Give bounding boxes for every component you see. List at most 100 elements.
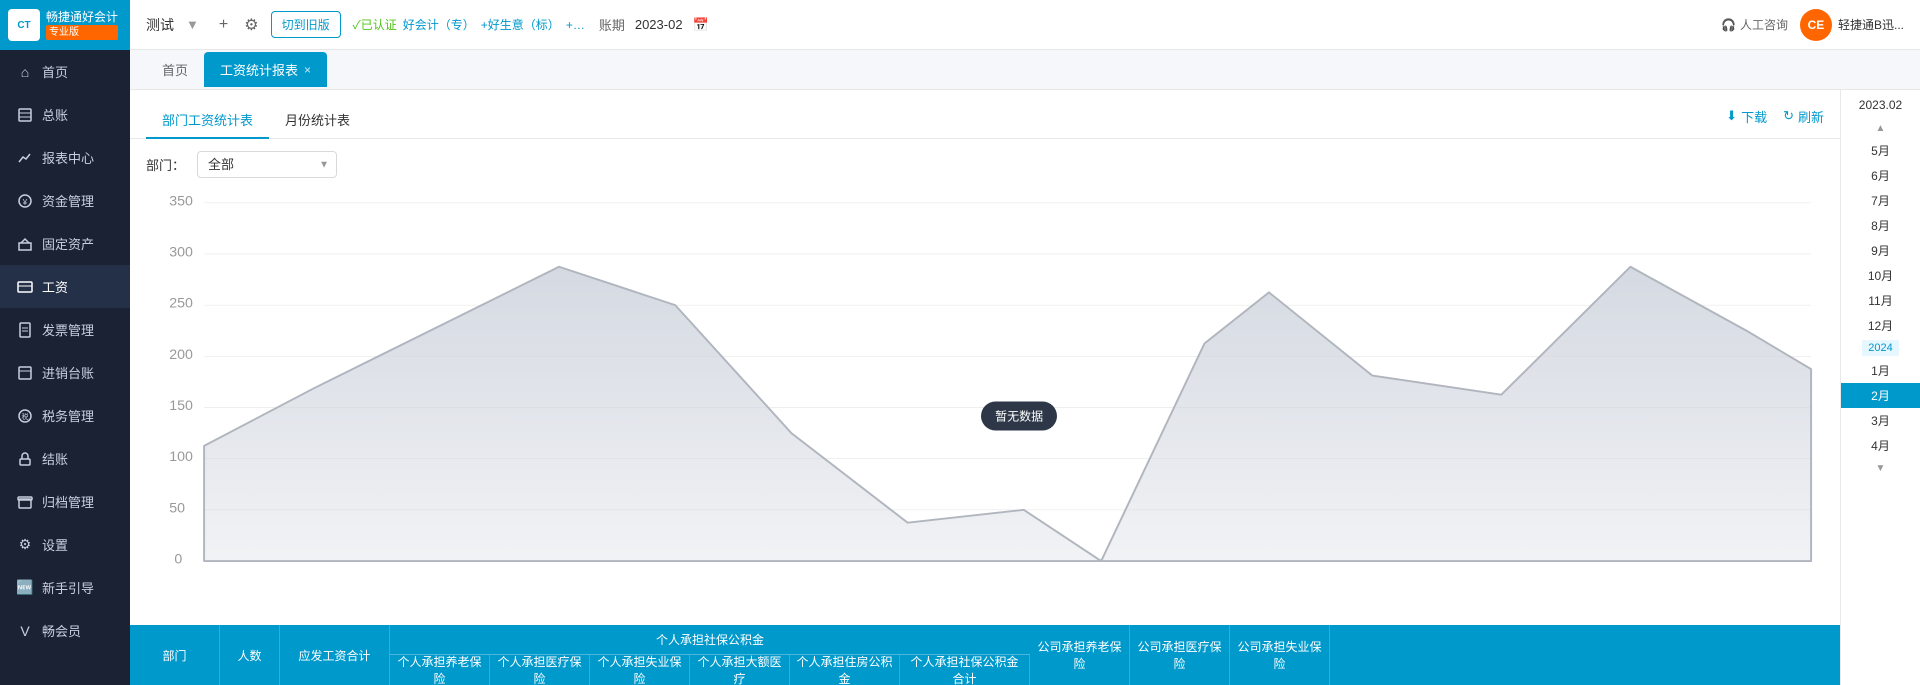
content-main: 部门工资统计表 月份统计表 ⬇ 下载 ↻ 刷新 bbox=[130, 90, 1840, 685]
download-button[interactable]: ⬇ 下载 bbox=[1726, 107, 1767, 126]
member-icon: V bbox=[16, 622, 34, 640]
download-icon: ⬇ bbox=[1726, 108, 1737, 124]
add-button[interactable]: + bbox=[215, 12, 232, 38]
service-button[interactable]: 🎧 人工咨询 bbox=[1721, 16, 1788, 33]
period-value: 2023-02 bbox=[635, 17, 683, 32]
sidebar-item-reports[interactable]: 报表中心 bbox=[0, 136, 130, 179]
sidebar-item-home[interactable]: ⌂ 首页 bbox=[0, 50, 130, 93]
month-11[interactable]: 11月 bbox=[1841, 288, 1920, 313]
salary-icon bbox=[16, 278, 34, 296]
gear-button[interactable]: ⚙ bbox=[240, 11, 262, 39]
th-personal-medical: 个人承担医疗保险 bbox=[490, 655, 590, 685]
sidebar-item-label: 新手引导 bbox=[42, 578, 94, 597]
sidebar-item-label: 资金管理 bbox=[42, 191, 94, 210]
sidebar-item-close[interactable]: 结账 bbox=[0, 437, 130, 480]
logo-text: 畅捷通好会计 专业版 bbox=[46, 10, 118, 41]
svg-text:100: 100 bbox=[169, 448, 193, 464]
tab-close-icon[interactable]: × bbox=[304, 63, 311, 77]
refresh-icon: ↻ bbox=[1783, 108, 1794, 124]
subtab-dept[interactable]: 部门工资统计表 bbox=[146, 102, 269, 139]
refresh-button[interactable]: ↻ 刷新 bbox=[1783, 107, 1824, 126]
date-nav-down[interactable]: ▼ bbox=[1871, 458, 1891, 478]
guide-icon: 🆕 bbox=[16, 579, 34, 597]
main-area: 测试 ▼ + ⚙ 切到旧版 ✓已认证 好会计（专） +好生意（标） +… 账期 … bbox=[130, 0, 1920, 685]
month-7[interactable]: 7月 bbox=[1841, 188, 1920, 213]
dept-filter-select[interactable]: 全部 财务部 人事部 销售部 技术部 bbox=[197, 151, 337, 178]
sidebar-item-guide[interactable]: 🆕 新手引导 bbox=[0, 566, 130, 609]
filterbar: 部门： 全部 财务部 人事部 销售部 技术部 ▼ bbox=[130, 139, 1840, 190]
svg-text:150: 150 bbox=[169, 397, 193, 413]
sidebar-item-member[interactable]: V 畅会员 bbox=[0, 609, 130, 652]
subtabs-right: ⬇ 下载 ↻ 刷新 bbox=[1726, 107, 1824, 134]
sidebar-item-purchase[interactable]: 进销台账 bbox=[0, 351, 130, 394]
th-company-pension: 公司承担养老保险 bbox=[1030, 625, 1130, 685]
month-9[interactable]: 9月 bbox=[1841, 238, 1920, 263]
sidebar-item-label: 总账 bbox=[42, 105, 68, 124]
assets-icon bbox=[16, 235, 34, 253]
month-10[interactable]: 10月 bbox=[1841, 263, 1920, 288]
sidebar-item-tax[interactable]: 税 税务管理 bbox=[0, 394, 130, 437]
month-8[interactable]: 8月 bbox=[1841, 213, 1920, 238]
headset-icon: 🎧 bbox=[1721, 18, 1736, 32]
username: 轻捷通B迅... bbox=[1838, 16, 1904, 33]
month-12[interactable]: 12月 bbox=[1841, 313, 1920, 338]
app-logo: CT 畅捷通好会计 专业版 bbox=[0, 0, 130, 50]
sidebar-item-invoice[interactable]: 发票管理 bbox=[0, 308, 130, 351]
company-name: 测试 bbox=[146, 15, 174, 35]
sidebar-nav: ⌂ 首页 总账 报表中心 ¥ 资金管理 固定资产 bbox=[0, 50, 130, 685]
svg-text:50: 50 bbox=[169, 499, 185, 515]
date-nav-up[interactable]: ▲ bbox=[1871, 118, 1891, 138]
tab-home[interactable]: 首页 bbox=[146, 52, 204, 87]
sidebar-item-archive[interactable]: 归档管理 bbox=[0, 480, 130, 523]
calendar-icon[interactable]: 📅 bbox=[693, 17, 709, 33]
tab-salary-report[interactable]: 工资统计报表 × bbox=[204, 52, 327, 87]
chart-area: 350 300 250 200 150 100 50 0 bbox=[130, 190, 1840, 625]
th-personal-large-medical: 个人承担大额医疗 bbox=[690, 655, 790, 685]
topbar-actions: + ⚙ 切到旧版 bbox=[215, 11, 341, 39]
sidebar-item-assets[interactable]: 固定资产 bbox=[0, 222, 130, 265]
user-info: CE 轻捷通B迅... bbox=[1800, 9, 1904, 41]
th-personal-pension: 个人承担养老保险 bbox=[390, 655, 490, 685]
svg-text:¥: ¥ bbox=[22, 198, 28, 207]
th-count: 人数 bbox=[220, 625, 280, 685]
month-2-2024[interactable]: 2月 bbox=[1841, 383, 1920, 408]
month-3-2024[interactable]: 3月 bbox=[1841, 408, 1920, 433]
month-5[interactable]: 5月 bbox=[1841, 138, 1920, 163]
content-area: 部门工资统计表 月份统计表 ⬇ 下载 ↻ 刷新 bbox=[130, 90, 1920, 685]
invoice-icon bbox=[16, 321, 34, 339]
reports-icon bbox=[16, 149, 34, 167]
tab-active-label: 工资统计报表 bbox=[220, 60, 298, 79]
sidebar-item-funds[interactable]: ¥ 资金管理 bbox=[0, 179, 130, 222]
sidebar-item-settings[interactable]: ⚙ 设置 bbox=[0, 523, 130, 566]
th-personal-total: 个人承担社保公积金合计 bbox=[900, 655, 1030, 685]
subtab-monthly[interactable]: 月份统计表 bbox=[269, 102, 366, 139]
month-1-2024[interactable]: 1月 bbox=[1841, 358, 1920, 383]
company-dropdown-arrow[interactable]: ▼ bbox=[186, 17, 199, 32]
tabbar: 首页 工资统计报表 × bbox=[130, 50, 1920, 90]
sidebar-item-label: 发票管理 bbox=[42, 320, 94, 339]
svg-text:税: 税 bbox=[22, 412, 29, 421]
th-personal-housing: 个人承担住房公积金 bbox=[790, 655, 900, 685]
subtabs: 部门工资统计表 月份统计表 ⬇ 下载 ↻ 刷新 bbox=[130, 90, 1840, 139]
month-4-2024[interactable]: 4月 bbox=[1841, 433, 1920, 458]
sidebar-item-label: 税务管理 bbox=[42, 406, 94, 425]
sidebar-item-salary[interactable]: 工资 bbox=[0, 265, 130, 308]
sidebar-item-ledger[interactable]: 总账 bbox=[0, 93, 130, 136]
sidebar: CT 畅捷通好会计 专业版 ⌂ 首页 总账 报表中心 ¥ 资金管理 bbox=[0, 0, 130, 685]
archive-icon bbox=[16, 493, 34, 511]
th-personal-unemployment: 个人承担失业保险 bbox=[590, 655, 690, 685]
date-panel-label: 2023.02 bbox=[1859, 98, 1902, 112]
month-6[interactable]: 6月 bbox=[1841, 163, 1920, 188]
switch-old-button[interactable]: 切到旧版 bbox=[271, 11, 341, 38]
subtabs-left: 部门工资统计表 月份统计表 bbox=[146, 102, 366, 138]
sidebar-item-label: 设置 bbox=[42, 535, 68, 554]
topbar: 测试 ▼ + ⚙ 切到旧版 ✓已认证 好会计（专） +好生意（标） +… 账期 … bbox=[130, 0, 1920, 50]
logo-icon: CT bbox=[8, 9, 40, 41]
tax-icon: 税 bbox=[16, 407, 34, 425]
funds-icon: ¥ bbox=[16, 192, 34, 210]
sidebar-item-label: 归档管理 bbox=[42, 492, 94, 511]
dept-filter-label: 部门： bbox=[146, 155, 185, 174]
svg-text:350: 350 bbox=[169, 192, 193, 208]
tab-home-label: 首页 bbox=[162, 60, 188, 79]
service-label: 人工咨询 bbox=[1740, 16, 1788, 33]
